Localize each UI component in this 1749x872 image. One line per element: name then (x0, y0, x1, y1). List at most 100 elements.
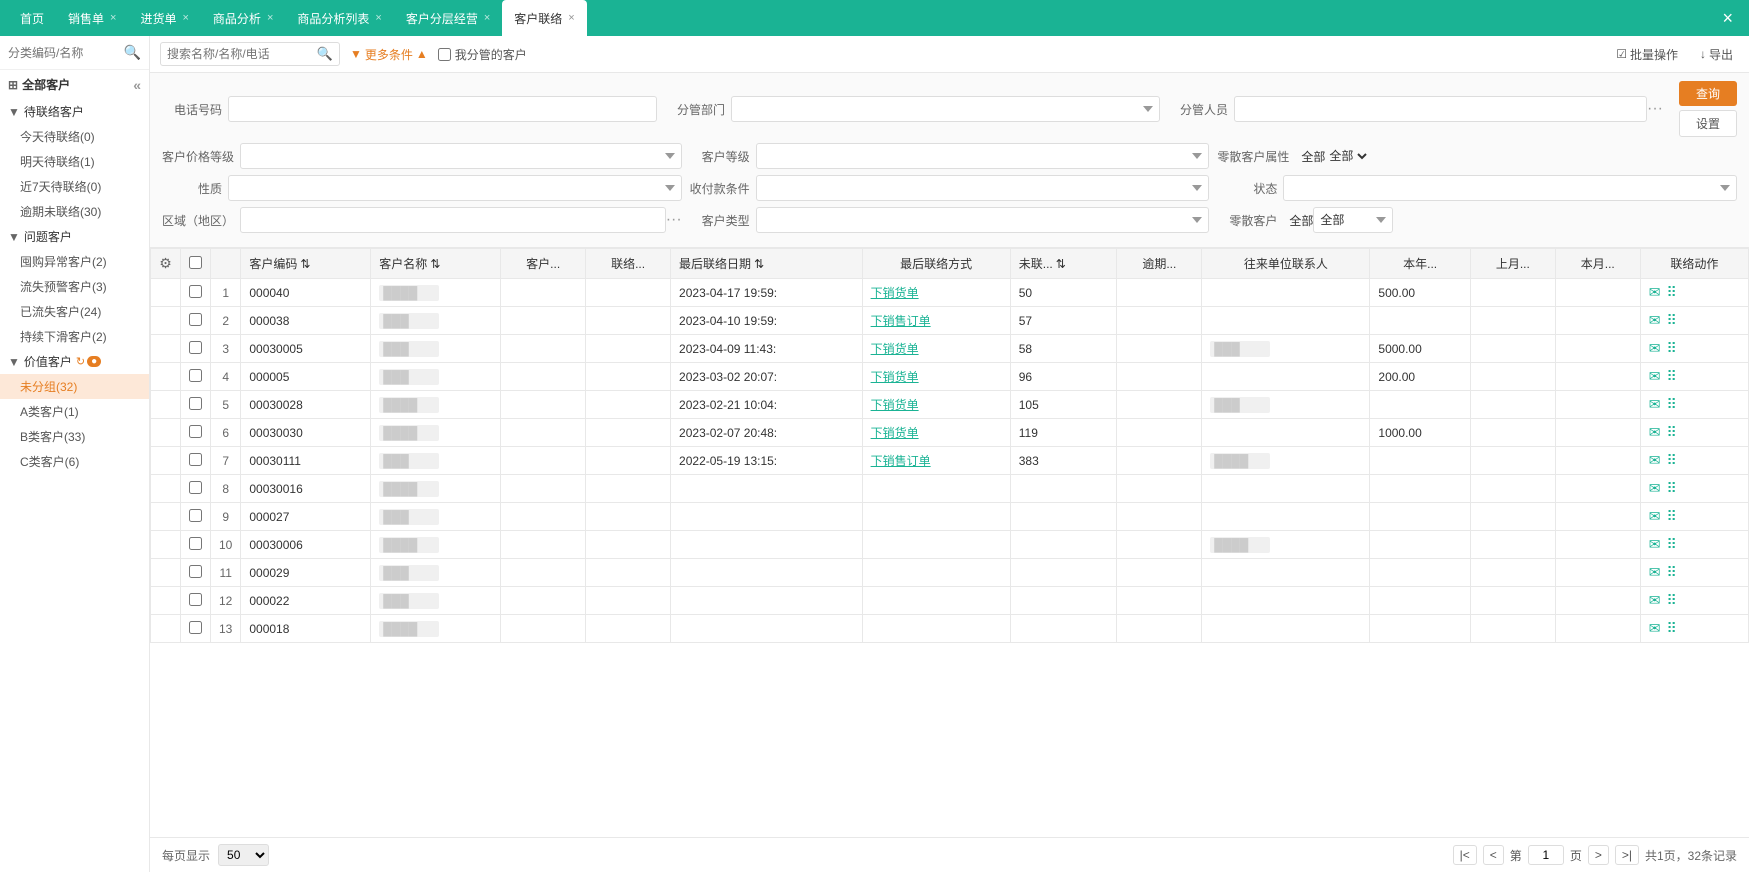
col-check-cell[interactable] (181, 307, 211, 335)
more-action-icon[interactable]: ⠿ (1666, 536, 1676, 553)
chat-action-icon[interactable]: ✉ (1649, 452, 1661, 469)
close-customer-contact[interactable]: × (568, 12, 574, 24)
more-action-icon[interactable]: ⠿ (1666, 592, 1676, 609)
chat-action-icon[interactable]: ✉ (1649, 592, 1661, 609)
region-dots[interactable]: ··· (666, 211, 682, 229)
more-action-icon[interactable]: ⠿ (1666, 396, 1676, 413)
nav-customer-contact[interactable]: 客户联络 × (502, 0, 586, 36)
col-check-cell[interactable] (181, 447, 211, 475)
sidebar-search-icon[interactable]: 🔍 (124, 44, 141, 61)
more-action-icon[interactable]: ⠿ (1666, 508, 1676, 525)
export-button[interactable]: ↓ 导出 (1694, 43, 1739, 66)
last-page-btn[interactable]: >| (1615, 845, 1639, 865)
contact-method-link[interactable]: 下销货单 (871, 398, 919, 412)
col-check-cell[interactable] (181, 363, 211, 391)
section-problem-customers[interactable]: ▼ 问题客户 (0, 224, 149, 249)
filter-search-input[interactable] (167, 47, 317, 61)
col-check-cell[interactable] (181, 615, 211, 643)
settings-icon[interactable]: ⚙ (159, 255, 172, 271)
gender-select[interactable] (228, 175, 682, 201)
row-checkbox[interactable] (189, 341, 202, 354)
row-checkbox[interactable] (189, 621, 202, 634)
row-checkbox[interactable] (189, 453, 202, 466)
row-checkbox[interactable] (189, 593, 202, 606)
chat-action-icon[interactable]: ✉ (1649, 424, 1661, 441)
row-checkbox[interactable] (189, 285, 202, 298)
collapse-icon[interactable]: « (133, 77, 141, 93)
staff-input[interactable] (1234, 96, 1647, 122)
col-check-cell[interactable] (181, 279, 211, 307)
more-action-icon[interactable]: ⠿ (1666, 480, 1676, 497)
chat-action-icon[interactable]: ✉ (1649, 620, 1661, 637)
staff-dots[interactable]: ··· (1647, 100, 1663, 118)
row-checkbox[interactable] (189, 509, 202, 522)
col-check-cell[interactable] (181, 475, 211, 503)
value-refresh-icon[interactable]: ↻ (76, 355, 85, 368)
payment-select[interactable] (756, 175, 1210, 201)
sidebar-item-declining[interactable]: 持续下滑客户(2) (0, 324, 149, 349)
my-customers-checkbox[interactable] (438, 48, 451, 61)
nav-customer-tier[interactable]: 客户分层经营 × (394, 0, 502, 36)
more-action-icon[interactable]: ⠿ (1666, 564, 1676, 581)
region-input[interactable] (240, 207, 666, 233)
sidebar-search-input[interactable] (8, 46, 124, 60)
chat-action-icon[interactable]: ✉ (1649, 312, 1661, 329)
contact-method-link[interactable]: 下销货单 (871, 370, 919, 384)
chat-action-icon[interactable]: ✉ (1649, 368, 1661, 385)
nav-goods-analysis[interactable]: 商品分析 × (201, 0, 285, 36)
col-no-contact[interactable]: 未联...⇅ (1010, 249, 1117, 279)
bulk-ops-button[interactable]: ☑ 批量操作 (1610, 43, 1684, 66)
sidebar-item-abnormal[interactable]: 囤购异常客户(2) (0, 249, 149, 274)
more-action-icon[interactable]: ⠿ (1666, 368, 1676, 385)
sidebar-item-today[interactable]: 今天待联络(0) (0, 124, 149, 149)
section-value-customers[interactable]: ▼ 价值客户 ↻ ● (0, 349, 149, 374)
more-action-icon[interactable]: ⠿ (1666, 284, 1676, 301)
contact-method-link[interactable]: 下销货单 (871, 286, 919, 300)
prev-page-btn[interactable]: < (1483, 845, 1504, 865)
sidebar-item-tomorrow[interactable]: 明天待联络(1) (0, 149, 149, 174)
col-check-cell[interactable] (181, 335, 211, 363)
row-checkbox[interactable] (189, 481, 202, 494)
nav-home[interactable]: 首页 (8, 0, 56, 36)
select-all-checkbox[interactable] (189, 256, 202, 269)
col-name[interactable]: 客户名称⇅ (371, 249, 501, 279)
contact-method-link[interactable]: 下销售订单 (871, 454, 931, 468)
col-settings[interactable]: ⚙ (151, 249, 181, 279)
chat-action-icon[interactable]: ✉ (1649, 480, 1661, 497)
nav-sales[interactable]: 销售单 × (56, 0, 128, 36)
reset-button[interactable]: 设置 (1679, 110, 1737, 137)
row-checkbox[interactable] (189, 425, 202, 438)
contact-method-link[interactable]: 下销货单 (871, 426, 919, 440)
retail-customer-select[interactable]: 全部 (1313, 207, 1393, 233)
close-customer-tier[interactable]: × (484, 12, 490, 24)
close-goods-analysis-list[interactable]: × (375, 12, 381, 24)
chat-action-icon[interactable]: ✉ (1649, 396, 1661, 413)
sidebar-item-class-b[interactable]: B类客户(33) (0, 424, 149, 449)
filter-more-conditions[interactable]: ▼ 更多条件 ▲ (350, 46, 428, 63)
contact-method-link[interactable]: 下销货单 (871, 342, 919, 356)
row-checkbox[interactable] (189, 397, 202, 410)
close-sales[interactable]: × (110, 12, 116, 24)
customer-grade-select[interactable] (756, 143, 1210, 169)
sidebar-item-overdue[interactable]: 逾期未联络(30) (0, 199, 149, 224)
more-action-icon[interactable]: ⠿ (1666, 452, 1676, 469)
nav-purchase[interactable]: 进货单 × (128, 0, 200, 36)
more-action-icon[interactable]: ⠿ (1666, 312, 1676, 329)
sidebar-item-7days[interactable]: 近7天待联络(0) (0, 174, 149, 199)
page-size-select[interactable]: 50 20 100 (218, 844, 269, 866)
price-grade-select[interactable] (240, 143, 682, 169)
phone-input[interactable] (228, 96, 657, 122)
col-check-cell[interactable] (181, 531, 211, 559)
col-check-cell[interactable] (181, 587, 211, 615)
sidebar-item-class-c[interactable]: C类客户(6) (0, 449, 149, 474)
sidebar-item-ungrouped[interactable]: 未分组(32) (0, 374, 149, 399)
col-code[interactable]: 客户编码⇅ (241, 249, 371, 279)
sidebar-item-class-a[interactable]: A类客户(1) (0, 399, 149, 424)
col-last-date[interactable]: 最后联络日期⇅ (671, 249, 863, 279)
row-checkbox[interactable] (189, 313, 202, 326)
chat-action-icon[interactable]: ✉ (1649, 536, 1661, 553)
row-checkbox[interactable] (189, 565, 202, 578)
close-all-tabs[interactable]: × (1714, 8, 1741, 29)
chat-action-icon[interactable]: ✉ (1649, 284, 1661, 301)
more-action-icon[interactable]: ⠿ (1666, 340, 1676, 357)
